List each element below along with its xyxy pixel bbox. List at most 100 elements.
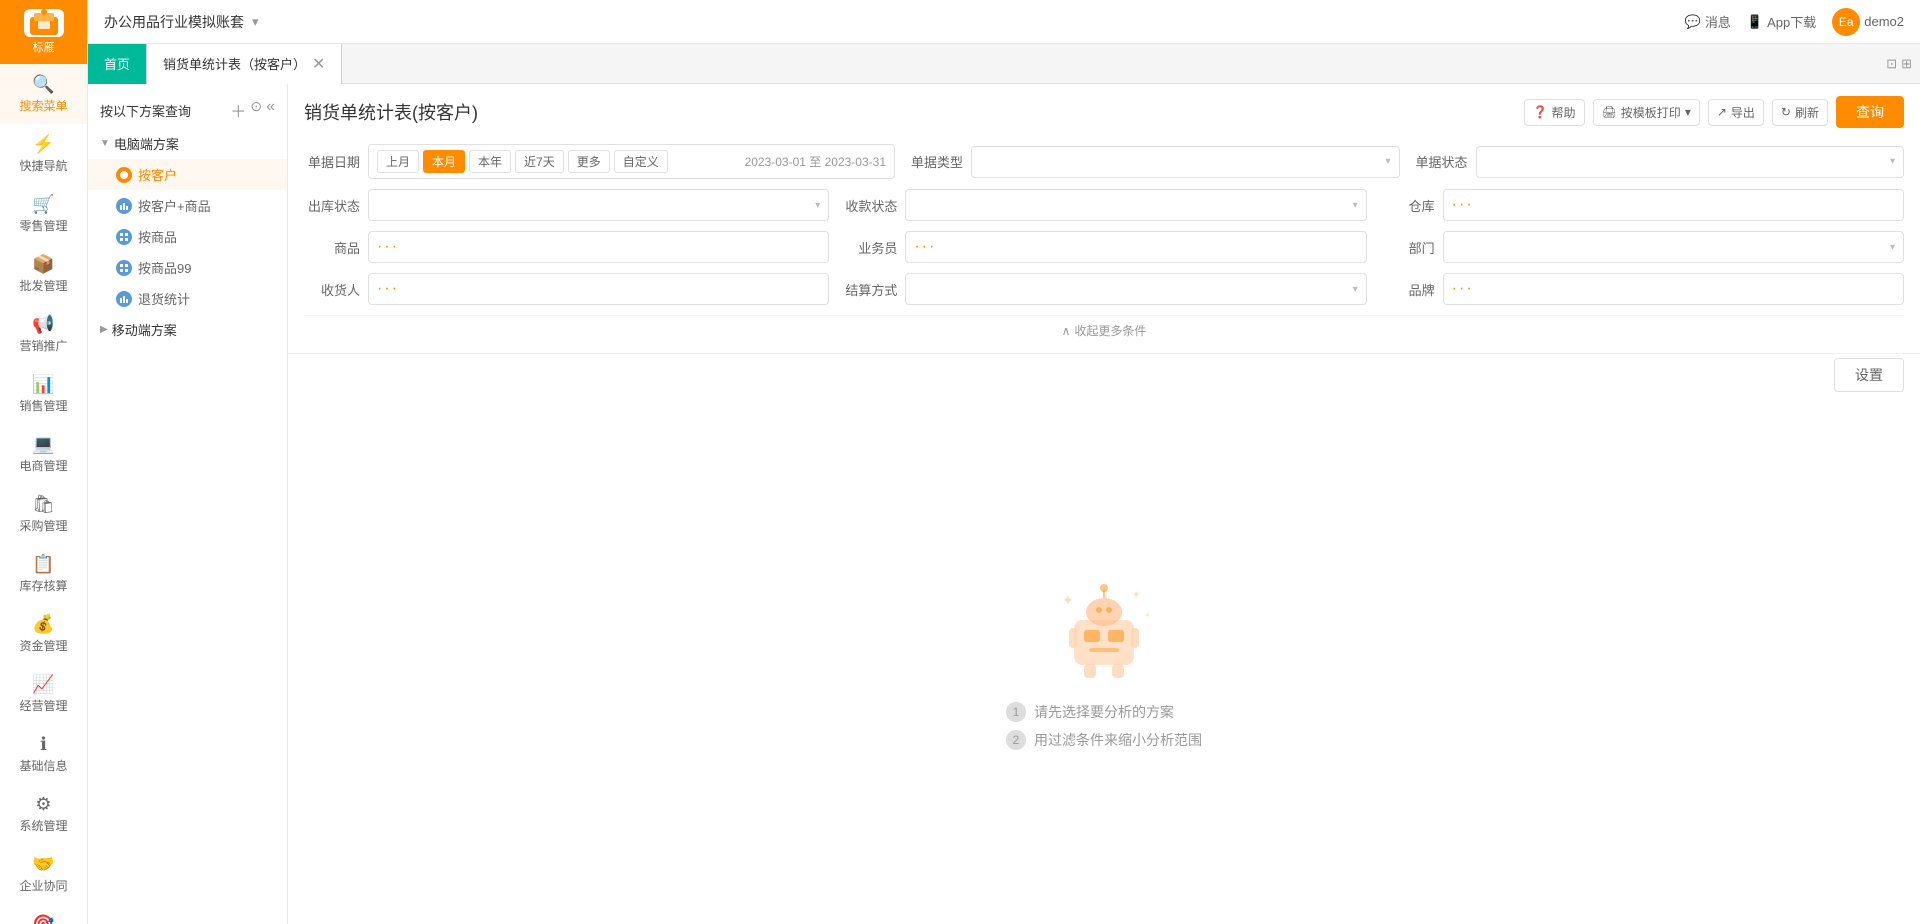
date-btn-custom[interactable]: 自定义 [614, 150, 668, 173]
topbar-left: 办公用品行业模拟账套 ▾ [104, 12, 259, 32]
sidebar-item-ecommerce[interactable]: 💻 电商管理 [0, 424, 87, 484]
warehouse-input[interactable]: ··· [1443, 189, 1904, 221]
logo-icon [24, 9, 64, 37]
scheme-item-by-goods[interactable]: 按商品 [88, 221, 287, 252]
doc-status-chevron-icon: ▾ [1890, 156, 1895, 167]
tab-home[interactable]: 首页 [88, 44, 147, 84]
retail-icon: 🛒 [32, 194, 54, 215]
marketing-icon: 📢 [32, 314, 54, 335]
tab-minimize-icon[interactable]: ⊡ [1886, 56, 1897, 72]
collapse-label: 收起更多条件 [1074, 322, 1146, 339]
desktop-scheme-category-header[interactable]: ▼ 电脑端方案 [88, 128, 287, 159]
receipt-status-input[interactable]: ▾ [905, 189, 1366, 221]
filter-panel: 销货单统计表(按客户) ❓ 帮助 🖨 按模板打印 ▾ ↗ 导出 [288, 84, 1920, 924]
salesman-input[interactable]: ··· [905, 231, 1366, 263]
filter-form: 单据日期 上月 本月 本年 近7天 更多 自定义 2023-03-01 至 20… [288, 136, 1920, 354]
basic-icon: ℹ [40, 734, 47, 755]
user-profile[interactable]: Ea demo2 [1832, 8, 1904, 36]
tab-maximize-icon[interactable]: ⊞ [1901, 56, 1912, 72]
sidebar-item-purchase[interactable]: 🛍 采购管理 [0, 484, 87, 544]
date-btn-this-month[interactable]: 本月 [423, 150, 465, 173]
date-btn-last-7-days[interactable]: 近7天 [515, 150, 564, 173]
out-status-label: 出库状态 [304, 196, 360, 215]
guide-icon: 🎯 [32, 914, 54, 924]
date-input[interactable]: 上月 本月 本年 近7天 更多 自定义 2023-03-01 至 2023-03… [368, 144, 895, 179]
sidebar-item-inventory[interactable]: 📋 库存核算 [0, 544, 87, 604]
sidebar-item-label: 资金管理 [19, 637, 67, 654]
sidebar-item-system[interactable]: ⚙ 系统管理 [0, 784, 87, 844]
settings-button[interactable]: 设置 [1834, 358, 1904, 392]
date-btn-more[interactable]: 更多 [568, 150, 610, 173]
empty-hint-2-text: 用过滤条件来缩小分析范围 [1034, 730, 1202, 750]
mobile-scheme-header[interactable]: ▶ 移动端方案 [88, 314, 287, 345]
receiver-ellipsis: ··· [377, 280, 399, 298]
filter-field-dept: 部门 ▾ [1379, 231, 1904, 263]
filter-field-doc-status: 单据状态 ▾ [1412, 146, 1905, 178]
sidebar-item-guide[interactable]: 🎯 新手引导 [0, 904, 87, 924]
sidebar-item-shortcut[interactable]: ⚡ 快捷导航 [0, 124, 87, 184]
sidebar-item-retail[interactable]: 🛒 零售管理 [0, 184, 87, 244]
topbar-title: 办公用品行业模拟账套 [104, 12, 244, 32]
empty-hints: 1 请先选择要分析的方案 2 用过滤条件来缩小分析范围 [1006, 702, 1202, 750]
query-button[interactable]: 查询 [1836, 96, 1904, 128]
sidebar-item-marketing[interactable]: 📢 营销推广 [0, 304, 87, 364]
tab-home-label: 首页 [104, 54, 130, 73]
message-button[interactable]: 💬 消息 [1685, 12, 1731, 31]
topbar-dropdown-icon[interactable]: ▾ [252, 14, 259, 30]
refresh-button[interactable]: ↻ 刷新 [1772, 99, 1828, 126]
print-button[interactable]: 🖨 按模板打印 ▾ [1593, 99, 1700, 126]
receiver-input[interactable]: ··· [368, 273, 829, 305]
payment-chevron-icon: ▾ [1353, 284, 1358, 295]
scheme-item-by-customer[interactable]: 按客户 [88, 159, 287, 190]
sidebar-item-wholesale[interactable]: 📦 批发管理 [0, 244, 87, 304]
scheme-item-return-stat[interactable]: 退货统计 [88, 283, 287, 314]
svg-text:✦: ✦ [1062, 592, 1074, 608]
brand-input[interactable]: ··· [1443, 273, 1904, 305]
export-button[interactable]: ↗ 导出 [1708, 99, 1764, 126]
help-button[interactable]: ❓ 帮助 [1524, 99, 1585, 126]
scheme-item-by-customer-goods[interactable]: 按客户+商品 [88, 190, 287, 221]
date-btn-this-year[interactable]: 本年 [469, 150, 511, 173]
scheme-item-by-goods-99[interactable]: 按商品99 [88, 252, 287, 283]
svg-text:✦: ✦ [1132, 590, 1140, 601]
sidebar-item-cooperation[interactable]: 🤝 企业协同 [0, 844, 87, 904]
filter-field-receiver: 收货人 ··· [304, 273, 829, 305]
out-status-input[interactable]: ▾ [368, 189, 829, 221]
scheme-collapse-icon[interactable]: « [266, 98, 275, 122]
sidebar-item-sales[interactable]: 📊 销售管理 [0, 364, 87, 424]
tab-sales-stat[interactable]: 销货单统计表（按客户） ✕ [147, 44, 342, 84]
finance-icon: 💰 [32, 614, 54, 635]
doc-status-input[interactable]: ▾ [1476, 146, 1905, 178]
topbar: 办公用品行业模拟账套 ▾ 💬 消息 📱 App下载 Ea demo2 [88, 0, 1920, 44]
doc-status-label: 单据状态 [1412, 152, 1468, 171]
tab-close-icon[interactable]: ✕ [312, 54, 325, 74]
filter-row-3: 商品 ··· 业务员 ··· 部门 [304, 231, 1904, 263]
sidebar-item-basic[interactable]: ℹ 基础信息 [0, 724, 87, 784]
sidebar: 标雁 🔍 搜索菜单 ⚡ 快捷导航 🛒 零售管理 📦 批发管理 📢 营销推广 📊 … [0, 0, 88, 924]
date-btn-last-month[interactable]: 上月 [377, 150, 419, 173]
scheme-add-icon[interactable]: ＋ [230, 98, 246, 122]
warehouse-label: 仓库 [1379, 196, 1435, 215]
goods-label: 商品 [304, 238, 360, 257]
print-dropdown-icon: ▾ [1685, 105, 1691, 119]
scheme-item-icon [116, 167, 132, 183]
collapse-bar[interactable]: ∧ 收起更多条件 [304, 315, 1904, 345]
mobile-arrow-icon: ▶ [100, 324, 108, 335]
scheme-edit-icon[interactable]: ⊙ [250, 98, 262, 122]
dept-input[interactable]: ▾ [1443, 231, 1904, 263]
print-icon: 🖨 [1602, 105, 1617, 119]
app-download-button[interactable]: 📱 App下载 [1747, 12, 1816, 31]
purchase-icon: 🛍 [32, 494, 55, 515]
topbar-right: 💬 消息 📱 App下载 Ea demo2 [1685, 8, 1904, 36]
sidebar-item-operations[interactable]: 📈 经营管理 [0, 664, 87, 724]
tab-expand-buttons: ⊡ ⊞ [1886, 56, 1920, 72]
salesman-ellipsis: ··· [914, 238, 936, 256]
sidebar-item-finance[interactable]: 💰 资金管理 [0, 604, 87, 664]
sidebar-item-search[interactable]: 🔍 搜索菜单 [0, 64, 87, 124]
doc-type-input[interactable]: ▾ [971, 146, 1400, 178]
payment-input[interactable]: ▾ [905, 273, 1366, 305]
sidebar-item-label: 快捷导航 [19, 157, 67, 174]
goods-input[interactable]: ··· [368, 231, 829, 263]
filter-field-date: 单据日期 上月 本月 本年 近7天 更多 自定义 2023-03-01 至 20… [304, 144, 895, 179]
scheme-panel-title: 按以下方案查询 [100, 101, 191, 120]
